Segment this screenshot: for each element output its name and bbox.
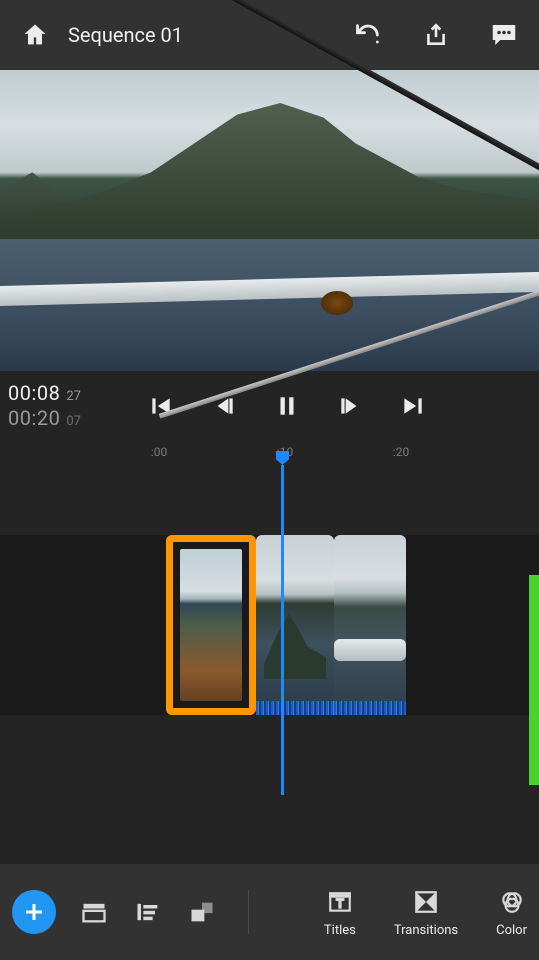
timeline-ruler[interactable]: :00:10:20 (0, 445, 539, 465)
app-header: Sequence 01 (0, 0, 539, 70)
sequence-title[interactable]: Sequence 01 (68, 23, 183, 47)
add-media-button[interactable] (12, 890, 56, 934)
home-icon[interactable] (18, 18, 52, 52)
transitions-button[interactable]: Transitions (394, 887, 458, 938)
clip-thumbnail (334, 535, 406, 715)
duration-time: 00:20 (8, 406, 60, 431)
skip-start-icon[interactable] (142, 387, 180, 425)
step-forward-icon[interactable] (331, 387, 369, 425)
color-icon (497, 887, 527, 917)
transitions-icon (411, 887, 441, 917)
current-frames: 27 (66, 389, 81, 405)
current-time: 00:08 (8, 381, 60, 406)
svg-text:T: T (336, 896, 343, 910)
transport-buttons (117, 387, 457, 425)
clips-container (166, 535, 406, 715)
toolbar-divider (248, 890, 249, 934)
skip-end-icon[interactable] (394, 387, 432, 425)
playhead[interactable] (281, 465, 284, 795)
timeline-clip[interactable] (256, 535, 334, 715)
clip-thumbnail (256, 535, 334, 715)
timeline-clip[interactable] (334, 535, 406, 715)
transitions-label: Transitions (394, 923, 458, 938)
header-actions (351, 18, 521, 52)
share-icon[interactable] (419, 18, 453, 52)
marker-bar (529, 575, 539, 785)
pause-icon[interactable] (268, 387, 306, 425)
ruler-tick: :20 (393, 445, 409, 459)
clip-audio-waveform (334, 701, 406, 715)
timecode-display: 00:08 27 00:20 07 (8, 381, 81, 431)
bottom-toolbar: T Titles Transitions Color (0, 864, 539, 960)
feedback-icon[interactable] (487, 18, 521, 52)
titles-icon: T (325, 887, 355, 917)
color-button[interactable]: Color (496, 887, 527, 938)
clip-thumbnail (180, 549, 242, 701)
timeline[interactable] (0, 465, 539, 795)
preview-monitor[interactable] (0, 70, 539, 371)
project-panel-icon[interactable] (78, 896, 110, 928)
titles-button[interactable]: T Titles (324, 887, 356, 938)
timeline-clip[interactable] (166, 535, 256, 715)
pip-icon[interactable] (186, 896, 218, 928)
clip-audio-waveform (256, 701, 334, 715)
list-icon[interactable] (132, 896, 164, 928)
ruler-tick: :00 (151, 445, 167, 459)
undo-icon[interactable] (351, 18, 385, 52)
duration-frames: 07 (66, 414, 81, 430)
color-label: Color (496, 923, 527, 938)
titles-label: Titles (324, 923, 356, 938)
